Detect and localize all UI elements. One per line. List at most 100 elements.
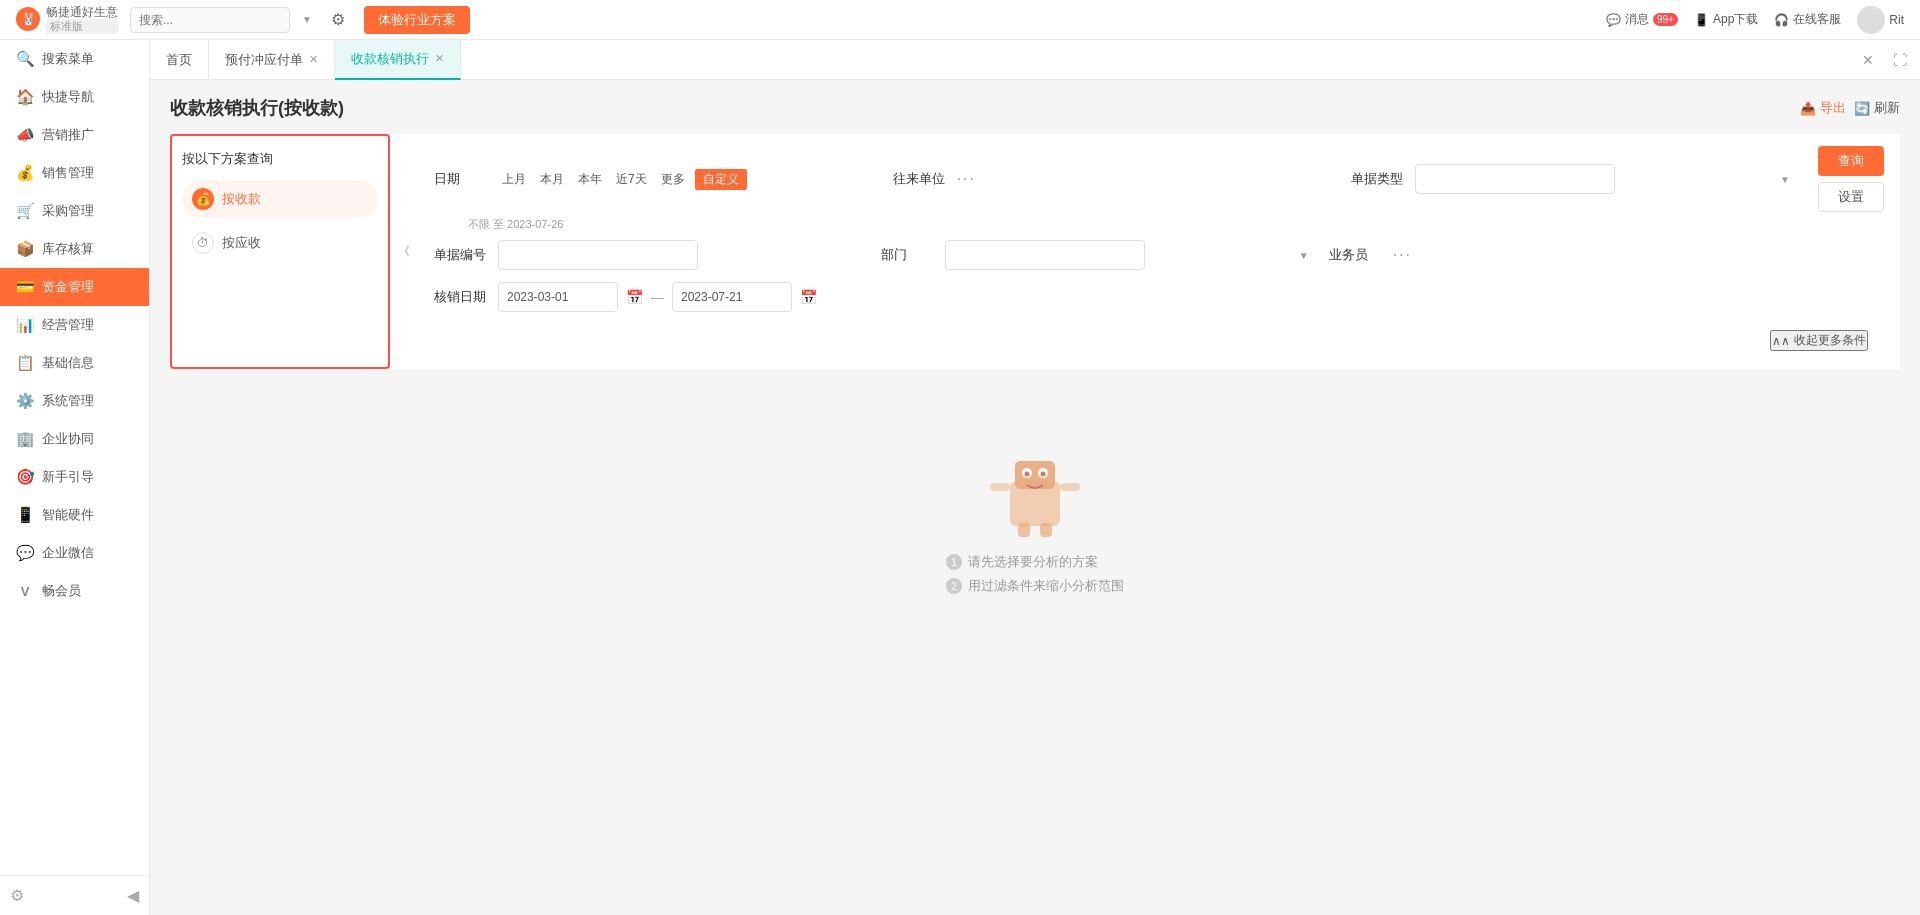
online-service-button[interactable]: 🎧 在线客服	[1774, 11, 1841, 28]
date-separator: —	[651, 290, 664, 305]
search-dropdown-icon[interactable]: ▼	[302, 14, 312, 25]
collapse-more-button[interactable]: ∧∧ 收起更多条件	[1770, 330, 1868, 351]
doc-number-field: 单据编号	[434, 240, 869, 270]
verify-date-field: 核销日期 📅 — 📅	[434, 282, 1884, 312]
sidebar-settings-icon[interactable]: ⚙	[10, 886, 24, 905]
tip-num-2: 2	[946, 578, 962, 594]
sidebar-label-marketing: 营销推广	[42, 126, 94, 144]
sidebar-label-quick-nav: 快捷导航	[42, 88, 94, 106]
filter-area: 按以下方案查询 💰 按收款 ⏱ 按应收 《	[170, 134, 1900, 369]
sidebar-item-search-menu[interactable]: 🔍 搜索菜单	[0, 40, 149, 78]
receipt-icon: 💰	[192, 188, 214, 210]
empty-tip-1: 1 请先选择要分析的方案	[946, 553, 1124, 571]
date-field: 日期 上月 本月 本年 近7天 更多 自定义	[434, 169, 881, 190]
sidebar-item-quick-nav[interactable]: 🏠 快捷导航	[0, 78, 149, 116]
svg-rect-8	[1018, 523, 1030, 537]
filter-option-by-receivable[interactable]: ⏱ 按应收	[182, 224, 378, 262]
doc-number-input[interactable]	[498, 240, 698, 270]
tab-receivable-verify[interactable]: 收款核销执行 ✕	[335, 40, 461, 80]
date-tag-this-month[interactable]: 本月	[536, 169, 568, 190]
filter-option-by-receipt[interactable]: 💰 按收款	[182, 180, 378, 218]
department-select[interactable]	[945, 240, 1145, 270]
sidebar-item-guide[interactable]: 🎯 新手引导	[0, 458, 149, 496]
megaphone-icon: 📣	[16, 126, 34, 144]
doc-type-label: 单据类型	[1351, 170, 1407, 188]
tab-home-label: 首页	[166, 51, 192, 69]
settings-icon[interactable]: ⚙	[324, 6, 352, 34]
messages-button[interactable]: 💬 消息 99+	[1606, 11, 1678, 28]
tab-receivable-verify-close-icon[interactable]: ✕	[435, 52, 444, 65]
filter-row-3: 核销日期 📅 — 📅	[434, 282, 1884, 312]
sidebar-item-sales[interactable]: 💰 销售管理	[0, 154, 149, 192]
settings-button[interactable]: 设置	[1818, 182, 1884, 212]
verify-date-end-calendar-icon[interactable]: 📅	[800, 289, 817, 305]
sidebar-label-operations: 经营管理	[42, 316, 94, 334]
phone-icon: 📱	[16, 506, 34, 524]
tab-close-all-icon[interactable]: ✕	[1856, 48, 1880, 72]
verify-date-label: 核销日期	[434, 288, 490, 306]
export-button[interactable]: 📤 导出	[1800, 99, 1846, 117]
sidebar-item-system[interactable]: ⚙️ 系统管理	[0, 382, 149, 420]
date-tag-custom[interactable]: 自定义	[695, 169, 747, 190]
tab-prepay-close-icon[interactable]: ✕	[309, 53, 318, 66]
app-download-button[interactable]: 📱 App下载	[1694, 11, 1758, 28]
verify-date-start-input[interactable]	[498, 282, 618, 312]
chart-icon: 📊	[16, 316, 34, 334]
tab-prepay[interactable]: 预付冲应付单 ✕	[209, 40, 335, 80]
tab-home[interactable]: 首页	[150, 40, 209, 80]
doc-type-field: 单据类型 ▼	[1351, 164, 1798, 194]
date-tag-this-year[interactable]: 本年	[574, 169, 606, 190]
verify-date-end-input[interactable]	[672, 282, 792, 312]
sidebar-item-operations[interactable]: 📊 经营管理	[0, 306, 149, 344]
sidebar-item-purchase[interactable]: 🛒 采购管理	[0, 192, 149, 230]
avatar	[1857, 6, 1885, 34]
clipboard-icon: 📋	[16, 354, 34, 372]
sidebar-collapse-icon[interactable]: ◀	[127, 886, 139, 905]
sidebar-item-vip[interactable]: V 畅会员	[0, 572, 149, 610]
date-tags: 上月 本月 本年 近7天 更多 自定义	[498, 169, 747, 190]
sidebar-label-sales: 销售管理	[42, 164, 94, 182]
sidebar-label-finance: 资金管理	[42, 278, 94, 296]
tab-prepay-label: 预付冲应付单	[225, 51, 303, 69]
app-name: 畅捷通好生意	[46, 5, 118, 19]
svg-rect-9	[1040, 523, 1052, 537]
sidebar-item-marketing[interactable]: 📣 营销推广	[0, 116, 149, 154]
date-tag-last-month[interactable]: 上月	[498, 169, 530, 190]
date-tag-7days[interactable]: 近7天	[612, 169, 651, 190]
app-logo: 🐰 畅捷通好生意 标准版	[16, 5, 118, 35]
svg-rect-7	[1060, 483, 1080, 491]
filter-collapse-arrow[interactable]: 《	[390, 235, 418, 268]
svg-rect-1	[1015, 461, 1055, 489]
counterpart-input[interactable]: ···	[957, 170, 976, 188]
doc-type-select[interactable]	[1415, 164, 1615, 194]
search-input[interactable]	[130, 7, 290, 33]
export-icon: 📤	[1800, 101, 1816, 116]
sidebar-item-basic-info[interactable]: 📋 基础信息	[0, 344, 149, 382]
tip-num-1: 1	[946, 554, 962, 570]
home-icon: 🏠	[16, 88, 34, 106]
department-chevron-icon: ▼	[1299, 250, 1309, 261]
user-profile[interactable]: Rit	[1857, 6, 1904, 34]
sidebar-item-smart-hw[interactable]: 📱 智能硬件	[0, 496, 149, 534]
sidebar-label-smart-hw: 智能硬件	[42, 506, 94, 524]
refresh-icon: 🔄	[1854, 101, 1870, 116]
salesman-input[interactable]: ···	[1393, 246, 1412, 264]
tab-fullscreen-icon[interactable]: ⛶	[1888, 48, 1912, 72]
sidebar-label-inventory: 库存核算	[42, 240, 94, 258]
refresh-button[interactable]: 🔄 刷新	[1854, 99, 1900, 117]
date-tag-more[interactable]: 更多	[657, 169, 689, 190]
sidebar-label-wechat-work: 企业微信	[42, 544, 94, 562]
solution-button[interactable]: 体验行业方案	[364, 6, 470, 34]
app-version: 标准版	[46, 19, 118, 34]
query-button[interactable]: 查询	[1818, 146, 1884, 176]
sidebar-item-wechat-work[interactable]: 💬 企业微信	[0, 534, 149, 572]
svg-rect-6	[990, 483, 1010, 491]
verify-date-start-calendar-icon[interactable]: 📅	[626, 289, 643, 305]
doc-number-label: 单据编号	[434, 246, 490, 264]
sidebar-item-enterprise[interactable]: 🏢 企业协同	[0, 420, 149, 458]
sidebar-item-inventory[interactable]: 📦 库存核算	[0, 230, 149, 268]
sidebar-label-basic-info: 基础信息	[42, 354, 94, 372]
sidebar-item-finance[interactable]: 💳 资金管理	[0, 268, 149, 306]
cart-icon: 🛒	[16, 202, 34, 220]
sidebar-label-enterprise: 企业协同	[42, 430, 94, 448]
